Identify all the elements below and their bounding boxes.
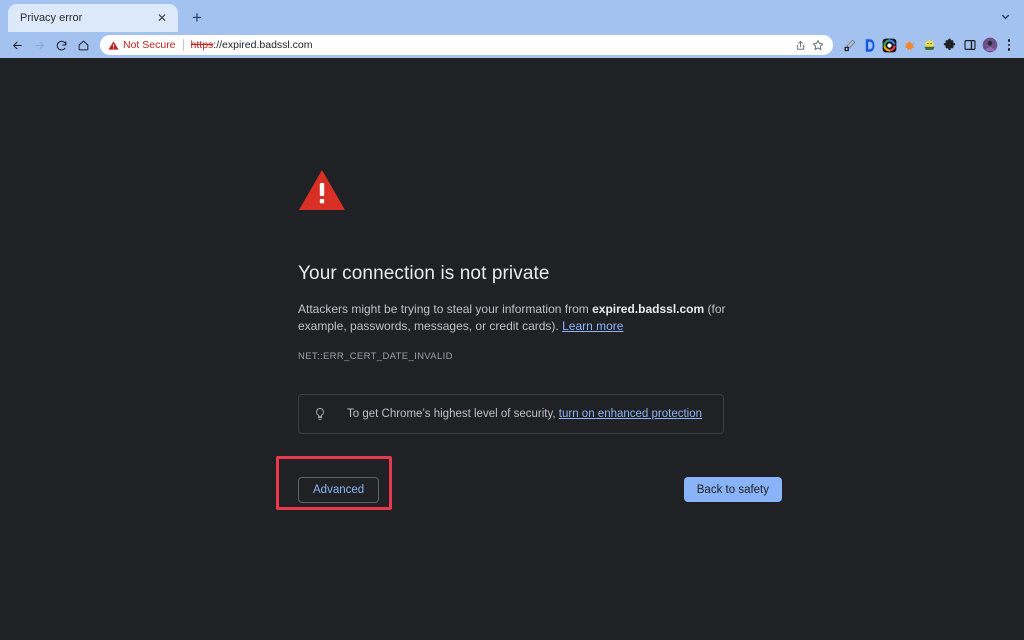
page-content: Your connection is not private Attackers… <box>0 58 1024 640</box>
back-arrow-icon[interactable] <box>6 34 28 56</box>
error-code: NET::ERR_CERT_DATE_INVALID <box>298 351 453 362</box>
omnibox-divider <box>182 39 184 51</box>
yellow-extension-icon[interactable] <box>921 37 938 54</box>
three-dot-menu-icon[interactable] <box>1000 36 1018 54</box>
warning-triangle-icon <box>108 40 119 51</box>
browser-toolbar: Not Secure https://expired.badssl.com <box>0 32 1024 58</box>
new-tab-button[interactable]: + <box>184 4 210 30</box>
share-icon[interactable] <box>791 36 809 54</box>
url-host: ://expired.badssl.com <box>213 39 313 51</box>
tab-title: Privacy error <box>20 12 83 24</box>
extension-icons <box>839 37 998 54</box>
orange-extension-icon[interactable] <box>901 37 918 54</box>
interstitial-description: Attackers might be trying to steal your … <box>298 301 728 335</box>
eyedropper-extension-icon[interactable] <box>841 37 858 54</box>
advanced-button[interactable]: Advanced <box>298 477 380 503</box>
dashlane-extension-icon[interactable] <box>861 37 878 54</box>
menu-dot <box>1007 48 1011 51</box>
browser-window: Privacy error ✕ + Not Secure https://exp… <box>0 0 1024 640</box>
interstitial-actions: Advanced Back to safety <box>298 477 782 503</box>
learn-more-link[interactable]: Learn more <box>562 319 623 333</box>
url-scheme: https <box>190 39 214 51</box>
star-icon[interactable] <box>809 36 827 54</box>
enhanced-protection-notice: To get Chrome’s highest level of securit… <box>298 394 724 434</box>
close-icon[interactable]: ✕ <box>154 10 170 26</box>
address-bar[interactable]: Not Secure https://expired.badssl.com <box>100 35 833 55</box>
forward-arrow-icon <box>28 34 50 56</box>
lightbulb-icon <box>313 406 333 422</box>
tab-privacy-error[interactable]: Privacy error ✕ <box>8 4 178 32</box>
description-domain: expired.badssl.com <box>592 302 705 316</box>
description-prefix: Attackers might be trying to steal your … <box>298 302 593 316</box>
back-to-safety-button[interactable]: Back to safety <box>683 477 782 502</box>
notice-prefix: To get Chrome’s highest level of securit… <box>347 408 559 420</box>
side-panel-icon[interactable] <box>961 37 978 54</box>
enhanced-protection-text: To get Chrome’s highest level of securit… <box>347 408 702 420</box>
color-ring-extension-icon[interactable] <box>881 37 898 54</box>
warning-triangle-icon <box>298 168 728 217</box>
page-title: Your connection is not private <box>298 263 550 284</box>
url-text: https://expired.badssl.com <box>191 39 791 51</box>
puzzle-extensions-icon[interactable] <box>941 37 958 54</box>
profile-avatar-icon[interactable] <box>981 37 998 54</box>
tab-strip: Privacy error ✕ + <box>0 0 1024 32</box>
reload-icon[interactable] <box>50 34 72 56</box>
menu-dot <box>1007 39 1011 42</box>
menu-dot <box>1007 43 1011 47</box>
turn-on-enhanced-protection-link[interactable]: turn on enhanced protection <box>559 408 702 420</box>
chevron-down-icon[interactable] <box>992 3 1018 29</box>
security-status-label: Not Secure <box>123 39 176 51</box>
home-icon[interactable] <box>72 34 94 56</box>
ssl-interstitial: Your connection is not private Attackers… <box>298 168 782 503</box>
